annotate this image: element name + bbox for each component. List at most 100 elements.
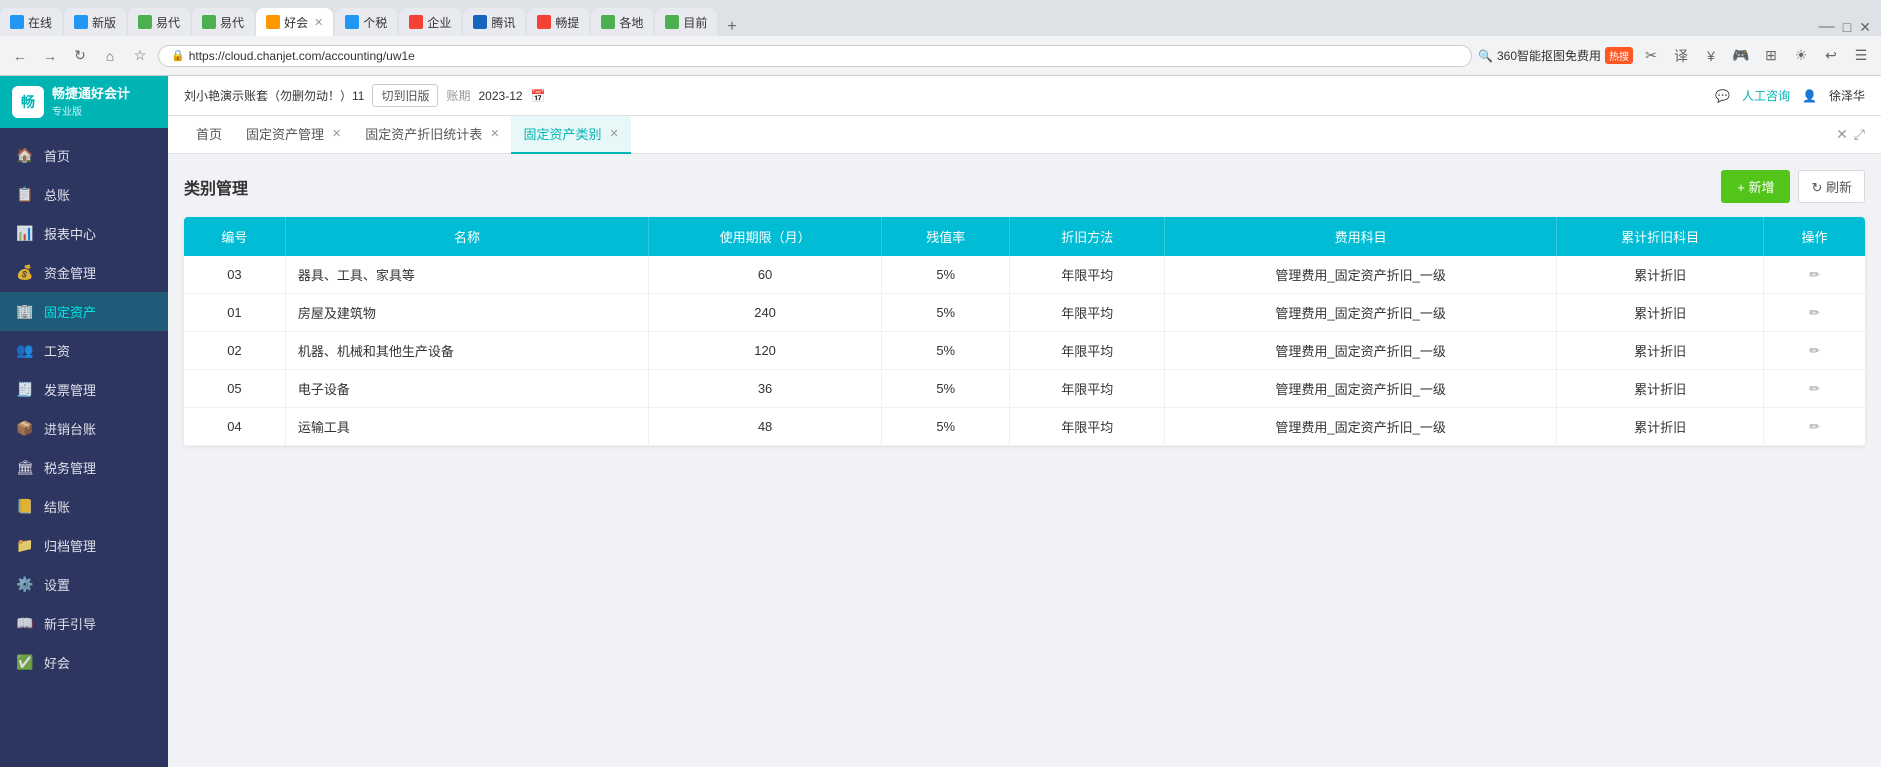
cell-action-4[interactable]: ✏: [1764, 408, 1865, 446]
browser-tab-tengxun[interactable]: 腾讯: [463, 8, 525, 36]
browser-tab-gedi[interactable]: 各地: [591, 8, 653, 36]
period-label: 账期: [446, 87, 470, 104]
refresh-button[interactable]: ↻ 刷新: [1798, 170, 1865, 203]
sidebar-item-closing[interactable]: 📒 结账: [0, 487, 168, 526]
ledger-icon: 📋: [16, 186, 34, 204]
sidebar-item-haohui[interactable]: ✅ 好会: [0, 643, 168, 682]
cell-accum-3: 累计折旧: [1557, 370, 1764, 408]
calendar-icon[interactable]: 📅: [531, 89, 546, 103]
new-tab-button[interactable]: +: [719, 18, 744, 36]
sidebar-item-archive[interactable]: 📁 归档管理: [0, 526, 168, 565]
col-header-name: 名称: [285, 217, 648, 256]
sidebar-item-payroll[interactable]: 👥 工资: [0, 331, 168, 370]
sidebar-label-guide: 新手引导: [44, 614, 96, 633]
sidebar-item-settings[interactable]: ⚙️ 设置: [0, 565, 168, 604]
cell-action-2[interactable]: ✏: [1764, 332, 1865, 370]
sidebar-item-funds[interactable]: 💰 资金管理: [0, 253, 168, 292]
browser-tab-geshui[interactable]: 个税: [335, 8, 397, 36]
tab-fixed-assets-management[interactable]: 固定资产管理 ✕: [234, 116, 353, 154]
edit-icon-1[interactable]: ✏: [1809, 305, 1820, 320]
tab-home[interactable]: 首页: [184, 116, 234, 154]
cell-action-3[interactable]: ✏: [1764, 370, 1865, 408]
sidebar-item-guide[interactable]: 📖 新手引导: [0, 604, 168, 643]
col-header-code: 编号: [184, 217, 285, 256]
bookmark-button[interactable]: ☆: [128, 44, 152, 68]
sidebar-item-tax[interactable]: 🏛 税务管理: [0, 448, 168, 487]
edit-icon-2[interactable]: ✏: [1809, 343, 1820, 358]
browser-tab-bar: 在线 新版 易代 易代 好会 ✕ 个税 企业 腾讯: [0, 0, 1881, 36]
back-button[interactable]: ←: [8, 44, 32, 68]
cell-months-4: 48: [649, 408, 882, 446]
tab-fixed-assets-depreciation[interactable]: 固定资产折旧统计表 ✕: [353, 116, 511, 154]
window-max[interactable]: □: [1843, 19, 1851, 35]
window-close[interactable]: ✕: [1859, 19, 1871, 36]
undo-icon[interactable]: ↩: [1819, 44, 1843, 68]
url-input[interactable]: 🔒 https://cloud.chanjet.com/accounting/u…: [158, 45, 1472, 67]
menu-icon[interactable]: ☰: [1849, 44, 1873, 68]
cell-expense-3: 管理费用_固定资产折旧_一级: [1165, 370, 1557, 408]
cell-months-0: 60: [649, 256, 882, 294]
tab-fixed-assets-category[interactable]: 固定资产类别 ✕: [511, 116, 630, 154]
cell-code-4: 04: [184, 408, 285, 446]
forward-button[interactable]: →: [38, 44, 62, 68]
sidebar-item-inventory[interactable]: 📦 进销台账: [0, 409, 168, 448]
browser-tab-qiye[interactable]: 企业: [399, 8, 461, 36]
browser-tab-yidai1[interactable]: 易代: [128, 8, 190, 36]
edit-icon-3[interactable]: ✏: [1809, 381, 1820, 396]
reload-button[interactable]: ↻: [68, 44, 92, 68]
brightness-icon[interactable]: ☀: [1789, 44, 1813, 68]
edit-icon-4[interactable]: ✏: [1809, 419, 1820, 434]
switch-version-button[interactable]: 切到旧版: [372, 84, 438, 107]
consult-label[interactable]: 人工咨询: [1742, 87, 1790, 104]
tab-maximize[interactable]: ⤢: [1854, 126, 1865, 143]
table-header-row: 编号 名称 使用期限（月） 残值率 折旧方法 费用科目 累计折旧科目 操作: [184, 217, 1865, 256]
page-tab-nav: 首页 固定资产管理 ✕ 固定资产折旧统计表 ✕ 固定资产类别 ✕ ✕ ⤢: [168, 116, 1881, 154]
home-button[interactable]: ⌂: [98, 44, 122, 68]
sidebar-item-reports[interactable]: 📊 报表中心: [0, 214, 168, 253]
cell-code-0: 03: [184, 256, 285, 294]
col-header-rate: 残值率: [881, 217, 1009, 256]
sidebar-item-invoice[interactable]: 🧾 发票管理: [0, 370, 168, 409]
edit-icon-0[interactable]: ✏: [1809, 267, 1820, 282]
sidebar-label-funds: 资金管理: [44, 263, 96, 282]
cell-accum-4: 累计折旧: [1557, 408, 1764, 446]
cell-action-0[interactable]: ✏: [1764, 256, 1865, 294]
browser-tab-muqian[interactable]: 目前: [655, 8, 717, 36]
browser-tab-changti[interactable]: 畅提: [527, 8, 589, 36]
browser-tab-xinban[interactable]: 新版: [64, 8, 126, 36]
sidebar-label-payroll: 工资: [44, 341, 70, 360]
cell-months-3: 36: [649, 370, 882, 408]
window-min[interactable]: —: [1819, 18, 1835, 36]
wallet-icon[interactable]: ¥: [1699, 44, 1723, 68]
tab-fullscreen-close[interactable]: ✕: [1836, 126, 1848, 143]
add-category-button[interactable]: + 新增: [1721, 170, 1790, 203]
payroll-icon: 👥: [16, 342, 34, 360]
sidebar: 畅 畅捷通好会计 专业版 🏠 首页 📋 总账 📊 报表中心 💰 资金管: [0, 76, 168, 767]
sidebar-nav: 🏠 首页 📋 总账 📊 报表中心 💰 资金管理 🏢 固定资产 👥 工资: [0, 128, 168, 767]
translate-icon[interactable]: 译: [1669, 44, 1693, 68]
tab-close-fixed-assets-category[interactable]: ✕: [610, 127, 619, 140]
scissors-icon[interactable]: ✂: [1639, 44, 1663, 68]
sidebar-item-home[interactable]: 🏠 首页: [0, 136, 168, 175]
sidebar-label-invoice: 发票管理: [44, 380, 96, 399]
cell-method-1: 年限平均: [1010, 294, 1165, 332]
browser-tab-yidai2[interactable]: 易代: [192, 8, 254, 36]
grid-icon[interactable]: ⊞: [1759, 44, 1783, 68]
browser-tab-zaixin[interactable]: 在线: [0, 8, 62, 36]
sidebar-item-general-ledger[interactable]: 📋 总账: [0, 175, 168, 214]
browser-tab-haohui[interactable]: 好会 ✕: [256, 8, 333, 36]
cell-action-1[interactable]: ✏: [1764, 294, 1865, 332]
tab-close-fixed-assets-management[interactable]: ✕: [332, 127, 341, 140]
sidebar-label-fixed-assets: 固定资产: [44, 302, 96, 321]
user-name: 徐泽华: [1829, 87, 1865, 104]
reports-icon: 📊: [16, 225, 34, 243]
sidebar-label-haohui: 好会: [44, 653, 70, 672]
tab-close-fixed-assets-depreciation[interactable]: ✕: [490, 127, 499, 140]
sidebar-label-reports: 报表中心: [44, 224, 96, 243]
browser-tab-close-haohui[interactable]: ✕: [314, 16, 323, 29]
sidebar-item-fixed-assets[interactable]: 🏢 固定资产: [0, 292, 168, 331]
col-header-action: 操作: [1764, 217, 1865, 256]
archive-icon: 📁: [16, 537, 34, 555]
game-icon[interactable]: 🎮: [1729, 44, 1753, 68]
logo-text: 畅捷通好会计: [52, 86, 130, 103]
